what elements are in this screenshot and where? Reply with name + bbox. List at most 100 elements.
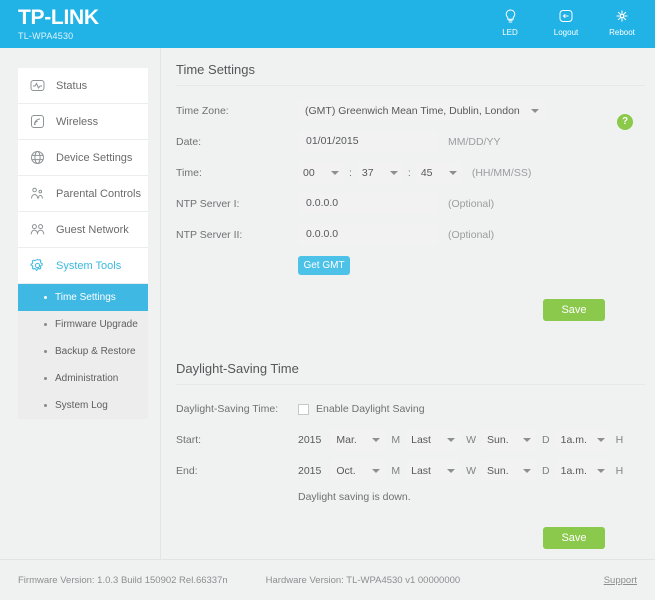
chevron-down-icon bbox=[447, 437, 456, 442]
enable-daylight-saving-checkbox[interactable] bbox=[298, 403, 309, 415]
dst-end-year: 2015 bbox=[298, 464, 322, 477]
led-icon bbox=[491, 6, 529, 26]
support-link[interactable]: Support bbox=[604, 575, 637, 586]
save-button[interactable]: Save bbox=[543, 299, 605, 321]
date-input[interactable]: 01/01/2015 bbox=[298, 131, 438, 152]
chevron-down-icon bbox=[372, 468, 381, 473]
sidebar-item-parental-controls[interactable]: Parental Controls bbox=[18, 176, 148, 212]
timezone-label: Time Zone: bbox=[176, 104, 229, 117]
dst-start-month-select[interactable]: Mar. bbox=[331, 429, 386, 450]
guest-icon bbox=[30, 222, 52, 237]
sidebar-item-status[interactable]: Status bbox=[18, 68, 148, 104]
time-hour-select[interactable]: 00 bbox=[298, 162, 344, 183]
submenu-label: Firmware Upgrade bbox=[55, 319, 138, 330]
dst-start-week-unit: W bbox=[466, 433, 477, 446]
date-hint: MM/DD/YY bbox=[448, 135, 501, 148]
time-minute-select[interactable]: 37 bbox=[356, 162, 403, 183]
led-label: LED bbox=[502, 28, 518, 37]
ntp2-input[interactable]: 0.0.0.0 bbox=[298, 224, 438, 245]
dst-start-month-value: Mar. bbox=[336, 433, 357, 446]
dst-end-day-unit: D bbox=[542, 464, 550, 477]
reboot-label: Reboot bbox=[609, 28, 635, 37]
chevron-down-icon bbox=[531, 108, 539, 113]
dst-end-month-value: Oct. bbox=[336, 464, 356, 477]
sidebar-item-device-settings[interactable]: Device Settings bbox=[18, 140, 148, 176]
dst-enable-row: Daylight-Saving Time: Enable Daylight Sa… bbox=[176, 399, 645, 419]
dst-label: Daylight-Saving Time: bbox=[176, 403, 279, 415]
parental-icon bbox=[30, 186, 52, 201]
chevron-down-icon bbox=[596, 437, 605, 442]
sidebar-label: Guest Network bbox=[56, 223, 129, 236]
dst-end-day-select[interactable]: Sun. bbox=[482, 460, 537, 481]
dst-end-row: End: 2015 Oct. M Last W Sun. D 1a.m. H bbox=[176, 460, 645, 481]
sidebar-divider bbox=[160, 48, 161, 559]
chevron-down-icon bbox=[523, 437, 532, 442]
time-separator: : bbox=[349, 166, 352, 179]
globe-icon bbox=[30, 150, 52, 165]
save-button[interactable]: Save bbox=[543, 527, 605, 549]
led-button[interactable]: LED bbox=[491, 6, 529, 37]
dst-start-week-select[interactable]: Last bbox=[406, 429, 461, 450]
hardware-version: Hardware Version: TL-WPA4530 v1 00000000 bbox=[265, 574, 461, 586]
dst-end-week-value: Last bbox=[411, 464, 431, 477]
dst-end-label: End: bbox=[176, 464, 198, 477]
bullet-icon bbox=[44, 350, 47, 353]
sidebar-item-system-tools[interactable]: System Tools bbox=[18, 248, 148, 284]
chevron-down-icon bbox=[372, 437, 381, 442]
time-second-select[interactable]: 45 bbox=[415, 162, 462, 183]
date-label: Date: bbox=[176, 135, 202, 148]
brand-block: TP-LINK TL-WPA4530 bbox=[0, 7, 99, 41]
dst-end-hour-value: 1a.m. bbox=[560, 464, 587, 477]
submenu-item-backup-restore[interactable]: Backup & Restore bbox=[18, 338, 148, 365]
daylight-saving-save-row: Save bbox=[176, 527, 645, 549]
dst-start-day-select[interactable]: Sun. bbox=[482, 429, 537, 450]
help-icon[interactable]: ? bbox=[617, 114, 633, 130]
chevron-down-icon bbox=[448, 170, 457, 175]
gear-icon bbox=[30, 258, 52, 273]
dst-start-week-value: Last bbox=[411, 433, 431, 446]
dst-checkbox-wrap[interactable]: Enable Daylight Saving bbox=[298, 403, 425, 415]
dst-start-hour-select[interactable]: 1a.m. bbox=[555, 429, 610, 450]
chevron-down-icon bbox=[389, 170, 398, 175]
dst-end-week-select[interactable]: Last bbox=[406, 460, 461, 481]
ntp2-row: NTP Server II: 0.0.0.0 (Optional) bbox=[176, 224, 645, 245]
sidebar: Status Wireless Device Settings Parental… bbox=[18, 68, 148, 419]
enable-daylight-saving-label: Enable Daylight Saving bbox=[316, 403, 425, 415]
dst-start-year: 2015 bbox=[298, 433, 322, 446]
time-second-value: 45 bbox=[420, 166, 433, 179]
dst-start-label: Start: bbox=[176, 433, 202, 446]
time-row: Time: 00 : 37 : 45 (HH/MM/SS) bbox=[176, 162, 645, 183]
get-gmt-row: Get GMT bbox=[176, 255, 645, 275]
bullet-icon bbox=[44, 404, 47, 407]
daylight-saving-title: Daylight-Saving Time bbox=[176, 361, 645, 385]
app-footer: Firmware Version: 1.0.3 Build 150902 Rel… bbox=[0, 559, 655, 600]
reboot-button[interactable]: Reboot bbox=[603, 6, 641, 37]
main-content: ? Time Settings Time Zone: (GMT) Greenwi… bbox=[176, 62, 645, 549]
submenu-item-system-log[interactable]: System Log bbox=[18, 392, 148, 419]
logout-button[interactable]: Logout bbox=[547, 6, 585, 37]
submenu-item-administration[interactable]: Administration bbox=[18, 365, 148, 392]
dst-start-hour-unit: H bbox=[615, 433, 624, 446]
get-gmt-button[interactable]: Get GMT bbox=[298, 255, 350, 275]
sidebar-item-wireless[interactable]: Wireless bbox=[18, 104, 148, 140]
device-model-label: TL-WPA4530 bbox=[18, 31, 74, 41]
chevron-down-icon bbox=[596, 468, 605, 473]
ntp2-label: NTP Server II: bbox=[176, 228, 243, 241]
daylight-saving-section: Daylight-Saving Time Daylight-Saving Tim… bbox=[176, 361, 645, 549]
time-settings-save-row: Save bbox=[176, 299, 645, 321]
reboot-icon bbox=[603, 6, 641, 26]
submenu-item-time-settings[interactable]: Time Settings bbox=[18, 284, 148, 311]
dst-end-week-unit: W bbox=[466, 464, 477, 477]
ntp1-input[interactable]: 0.0.0.0 bbox=[298, 193, 438, 214]
dst-start-day-unit: D bbox=[542, 433, 550, 446]
dst-start-day-value: Sun. bbox=[487, 433, 509, 446]
dst-end-month-select[interactable]: Oct. bbox=[331, 460, 386, 481]
sidebar-item-guest-network[interactable]: Guest Network bbox=[18, 212, 148, 248]
dst-end-hour-select[interactable]: 1a.m. bbox=[555, 460, 610, 481]
submenu-label: Backup & Restore bbox=[55, 346, 136, 357]
sidebar-submenu: Time Settings Firmware Upgrade Backup & … bbox=[18, 284, 148, 419]
sidebar-label: System Tools bbox=[56, 259, 122, 272]
submenu-item-firmware-upgrade[interactable]: Firmware Upgrade bbox=[18, 311, 148, 338]
bullet-icon bbox=[44, 377, 47, 380]
timezone-select[interactable]: (GMT) Greenwich Mean Time, Dublin, Londo… bbox=[298, 100, 546, 121]
